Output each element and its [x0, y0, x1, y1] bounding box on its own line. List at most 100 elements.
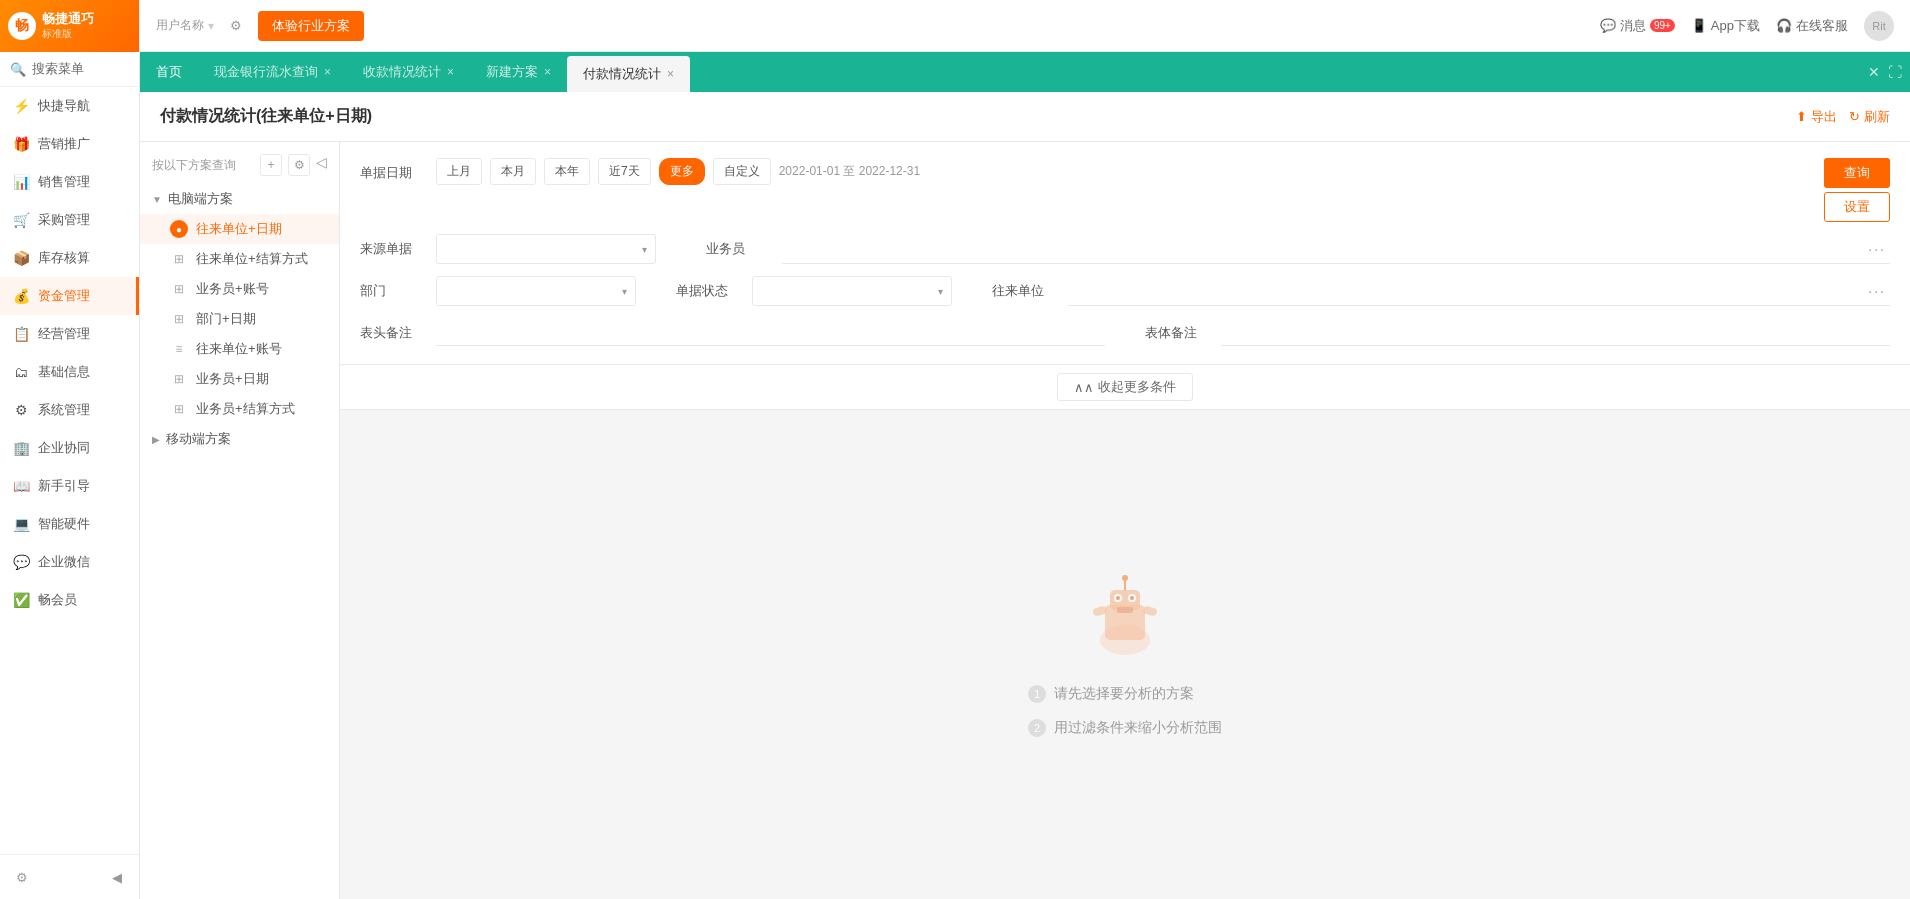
partner-input-area: ···: [1068, 276, 1890, 306]
sidebar-header: 畅 畅捷通巧 标准版: [0, 0, 139, 52]
schema-item-dept-date[interactable]: ⊞ 部门+日期: [140, 304, 339, 334]
tab-new-plan-label: 新建方案: [486, 63, 538, 81]
tab-payment-label: 付款情况统计: [583, 65, 661, 83]
schema-item-staff-date[interactable]: ⊞ 业务员+日期: [140, 364, 339, 394]
panel-header-title: 按以下方案查询: [152, 157, 236, 174]
content-wrapper: 按以下方案查询 + ⚙ ◁: [140, 142, 1910, 899]
close-all-tabs-btn[interactable]: ✕: [1868, 64, 1880, 80]
partner-more-btn[interactable]: ···: [1868, 283, 1886, 299]
body-note-input[interactable]: [1221, 318, 1890, 346]
service-btn[interactable]: 🎧 在线客服: [1776, 17, 1848, 35]
inventory-icon: 📦: [12, 249, 30, 267]
sidebar-item-hardware[interactable]: 💻 智能硬件: [0, 505, 139, 543]
system-icon: ⚙: [12, 401, 30, 419]
page-content: 付款情况统计(往来单位+日期) ⬆ 导出 ↻ 刷新 按以下方案查询: [140, 92, 1910, 899]
sidebar-item-purchase[interactable]: 🛒 采购管理: [0, 201, 139, 239]
nav-label: 库存核算: [38, 249, 90, 267]
app-icon: 📱: [1691, 18, 1707, 33]
service-icon: 🎧: [1776, 18, 1792, 33]
tab-bank[interactable]: 现金银行流水查询 ×: [198, 52, 347, 92]
tab-payment-close[interactable]: ×: [667, 67, 674, 81]
filter-area: 单据日期 上月 本月 本年 近7天 更多 自定义 2022-01-01 至 20…: [340, 142, 1910, 365]
user-name-display: 用户名称: [156, 17, 204, 34]
sidebar-item-wechat[interactable]: 💬 企业微信: [0, 543, 139, 581]
member-icon: ✅: [12, 591, 30, 609]
active-indicator: ●: [170, 220, 188, 238]
section-expand-icon: ▶: [152, 434, 160, 445]
hardware-icon: 💻: [12, 515, 30, 533]
schema-item-partner-account[interactable]: ≡ 往来单位+账号: [140, 334, 339, 364]
schema-item-staff-settle[interactable]: ⊞ 业务员+结算方式: [140, 394, 339, 424]
dept-select[interactable]: ▾: [436, 276, 636, 306]
panel-add-btn[interactable]: +: [260, 154, 282, 176]
maximize-btn[interactable]: ⛶: [1888, 64, 1902, 80]
date-btn-last-7days[interactable]: 近7天: [598, 158, 651, 185]
mobile-section-header[interactable]: ▶ 移动端方案: [140, 424, 339, 454]
date-btn-last-month[interactable]: 上月: [436, 158, 482, 185]
marketing-icon: 🎁: [12, 135, 30, 153]
tab-receipt[interactable]: 收款情况统计 ×: [347, 52, 470, 92]
tab-receipt-close[interactable]: ×: [447, 65, 454, 79]
sidebar-item-guide[interactable]: 📖 新手引导: [0, 467, 139, 505]
sidebar-item-inventory[interactable]: 📦 库存核算: [0, 239, 139, 277]
sidebar-item-sales[interactable]: 📊 销售管理: [0, 163, 139, 201]
empty-tips: 1 请先选择要分析的方案 2 用过滤条件来缩小分析范围: [1028, 685, 1222, 745]
tab-payment[interactable]: 付款情况统计 ×: [567, 56, 690, 92]
sidebar-item-operations[interactable]: 📋 经营管理: [0, 315, 139, 353]
topbar-dropdown-icon[interactable]: ▾: [208, 19, 214, 33]
sidebar-item-shortcut[interactable]: ⚡ 快捷导航: [0, 87, 139, 125]
date-btn-this-year[interactable]: 本年: [544, 158, 590, 185]
logo-icon: 畅: [8, 12, 36, 40]
footer-settings-btn[interactable]: ⚙: [8, 863, 36, 891]
schema-item-partner-settle[interactable]: ⊞ 往来单位+结算方式: [140, 244, 339, 274]
sidebar-item-marketing[interactable]: 🎁 营销推广: [0, 125, 139, 163]
user-avatar[interactable]: Rit: [1864, 11, 1894, 41]
collapse-bar: ∧∧ 收起更多条件: [340, 365, 1910, 410]
desktop-section-header[interactable]: ▼ 电脑端方案: [140, 184, 339, 214]
svg-point-6: [1130, 596, 1134, 600]
sidebar: 畅 畅捷通巧 标准版 🔍 搜索菜单 ⚡ 快捷导航 🎁 营销推广 📊 销售管理 🛒…: [0, 0, 140, 899]
staff-more-btn[interactable]: ···: [1868, 241, 1886, 257]
nav-label: 系统管理: [38, 401, 90, 419]
export-btn[interactable]: ⬆ 导出: [1796, 108, 1837, 126]
source-dropdown-icon: ▾: [642, 244, 647, 255]
panel-settings-btn[interactable]: ⚙: [288, 154, 310, 176]
trial-btn[interactable]: 体验行业方案: [258, 11, 364, 41]
tab-home[interactable]: 首页: [140, 52, 198, 92]
sidebar-item-finance[interactable]: 💰 资金管理: [0, 277, 139, 315]
date-btn-more[interactable]: 更多: [659, 158, 705, 185]
app-download-btn[interactable]: 📱 App下载: [1691, 17, 1760, 35]
tab-bank-label: 现金银行流水查询: [214, 63, 318, 81]
schema-item-staff-account[interactable]: ⊞ 业务员+账号: [140, 274, 339, 304]
wechat-icon: 💬: [12, 553, 30, 571]
sidebar-item-system[interactable]: ⚙ 系统管理: [0, 391, 139, 429]
source-select[interactable]: ▾: [436, 234, 656, 264]
refresh-label: 刷新: [1864, 108, 1890, 126]
staff-input-area: ···: [782, 234, 1890, 264]
tab-new-plan-close[interactable]: ×: [544, 65, 551, 79]
date-btn-this-month[interactable]: 本月: [490, 158, 536, 185]
dept-dropdown-icon: ▾: [622, 286, 627, 297]
header-note-input[interactable]: [436, 318, 1105, 346]
panel-collapse-btn[interactable]: ◁: [316, 154, 327, 176]
sidebar-search-item[interactable]: 🔍 搜索菜单: [0, 52, 139, 87]
tab-bank-close[interactable]: ×: [324, 65, 331, 79]
sidebar-item-member[interactable]: ✅ 畅会员: [0, 581, 139, 619]
tab-new-plan[interactable]: 新建方案 ×: [470, 52, 567, 92]
messages-btn[interactable]: 💬 消息 99+: [1600, 17, 1675, 35]
query-btn[interactable]: 查询: [1824, 158, 1890, 188]
sidebar-nav: ⚡ 快捷导航 🎁 营销推广 📊 销售管理 🛒 采购管理 📦 库存核算 💰 资金管…: [0, 87, 139, 854]
schema-item-partner-date[interactable]: ● 往来单位+日期: [140, 214, 339, 244]
sidebar-item-enterprise[interactable]: 🏢 企业协同: [0, 429, 139, 467]
operations-icon: 📋: [12, 325, 30, 343]
date-btn-custom[interactable]: 自定义: [713, 158, 771, 185]
refresh-btn[interactable]: ↻ 刷新: [1849, 108, 1890, 126]
collapse-conditions-btn[interactable]: ∧∧ 收起更多条件: [1057, 373, 1193, 401]
status-select[interactable]: ▾: [752, 276, 952, 306]
topbar-settings-btn[interactable]: ⚙: [226, 14, 246, 37]
date-filter-label: 单据日期: [360, 158, 416, 188]
finance-icon: 💰: [12, 287, 30, 305]
filter-settings-btn[interactable]: 设置: [1824, 192, 1890, 222]
footer-collapse-btn[interactable]: ◀: [103, 863, 131, 891]
sidebar-item-basic[interactable]: 🗂 基础信息: [0, 353, 139, 391]
